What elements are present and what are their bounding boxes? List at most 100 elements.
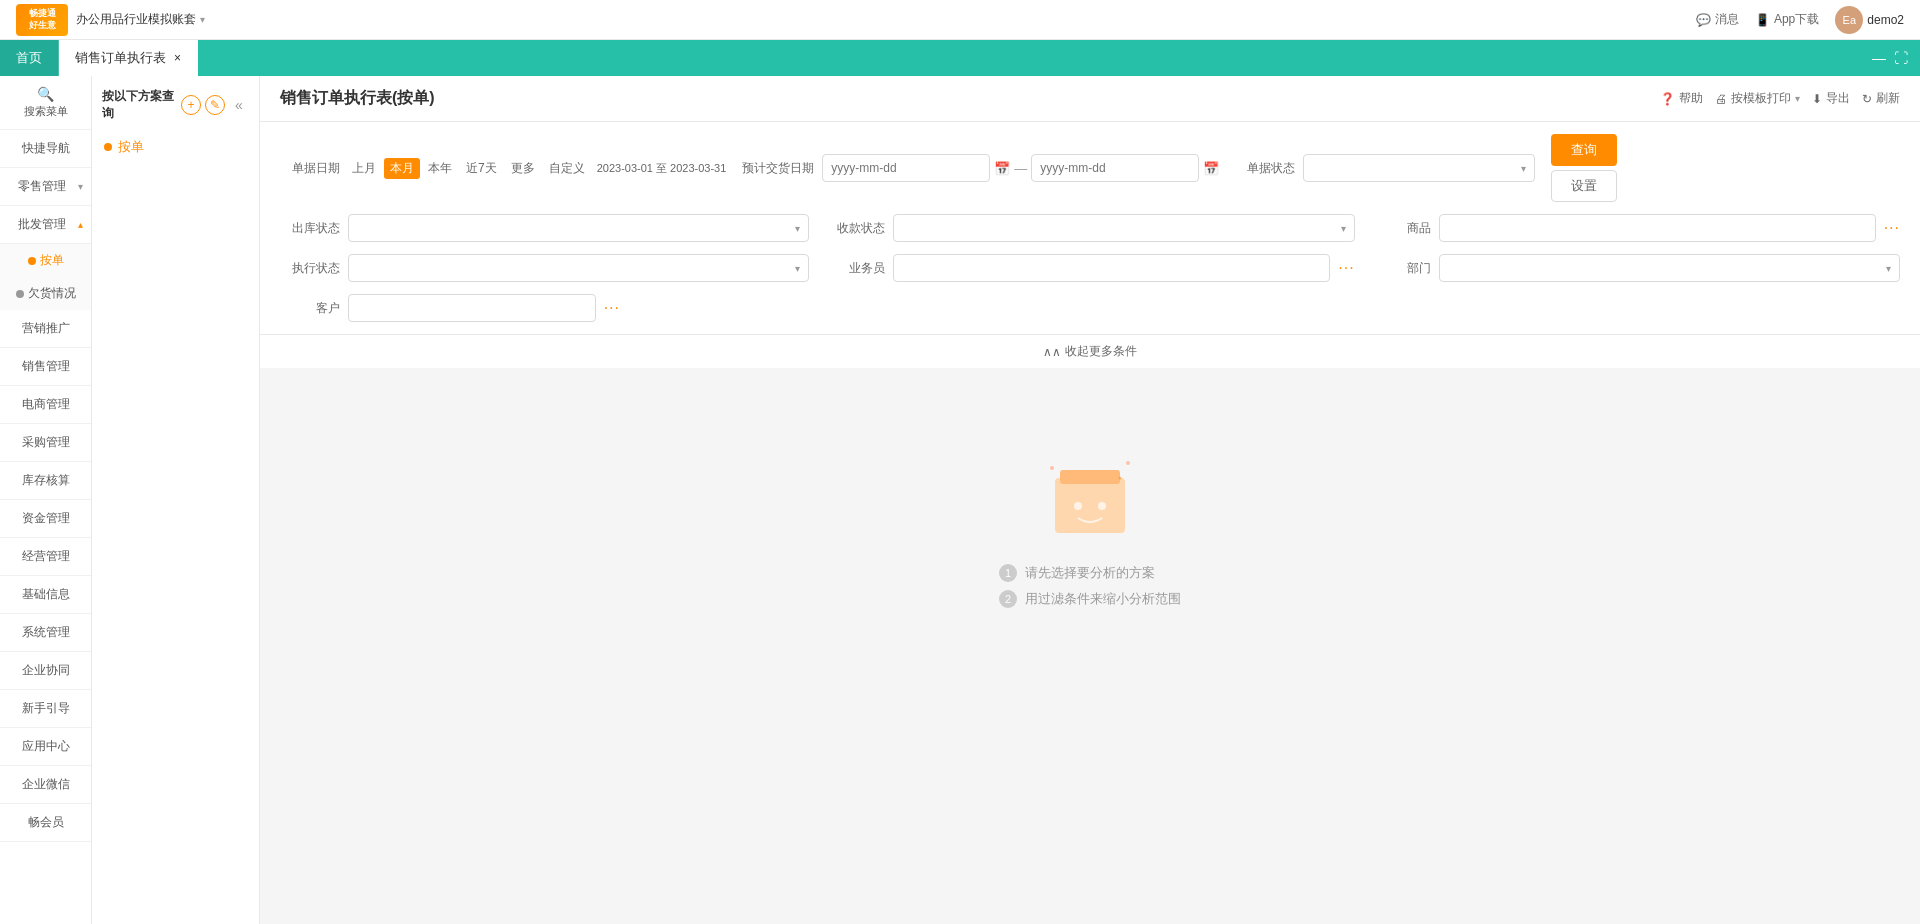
page-title: 销售订单执行表(按单)	[280, 88, 435, 109]
help-icon: ❓	[1660, 92, 1675, 106]
scheme-edit-button[interactable]: ✎	[205, 95, 225, 115]
settings-button[interactable]: 设置	[1551, 170, 1617, 202]
filter-payment-status: 收款状态 ▾	[825, 214, 1354, 242]
filter-row-3: 执行状态 ▾ 业务员 ··· 部门	[280, 254, 1900, 282]
help-button[interactable]: ❓ 帮助	[1660, 90, 1703, 107]
sidebar-sub-item-debt[interactable]: 欠货情况	[0, 277, 91, 310]
report-area: 销售订单执行表(按单) ❓ 帮助 🖨 按模板打印 ▾ ⬇	[260, 76, 1920, 924]
app-selector[interactable]: 办公用品行业模拟账套 ▾	[76, 11, 205, 28]
filter-estimated-date-item: 预计交货日期 📅 — 📅	[742, 154, 1219, 182]
close-tab-icon[interactable]: ×	[174, 51, 181, 65]
tip-num-1: 1	[999, 564, 1017, 582]
user-menu[interactable]: Ea demo2	[1835, 6, 1904, 34]
scheme-active-dot	[104, 143, 112, 151]
date-tabs: 上月 本月 本年 近7天 更多 自定义	[346, 158, 591, 179]
app-download-button[interactable]: 📱 App下载	[1755, 11, 1819, 28]
salesperson-input[interactable]	[893, 254, 1330, 282]
sidebar-item-inventory[interactable]: 库存核算	[0, 462, 91, 500]
chevron-down-icon[interactable]: ▾	[200, 14, 205, 25]
tab-home[interactable]: 首页	[0, 40, 59, 76]
sidebar-item-apps[interactable]: 应用中心	[0, 728, 91, 766]
chevron-up-icon: ▴	[78, 219, 83, 230]
status-label: 单据状态	[1235, 160, 1295, 177]
sidebar-item-enterprise[interactable]: 企业协同	[0, 652, 91, 690]
exec-status-select[interactable]: ▾	[348, 254, 809, 282]
scheme-item-order[interactable]: 按单	[92, 130, 259, 164]
empty-tips: 1 请先选择要分析的方案 2 用过滤条件来缩小分析范围	[999, 564, 1181, 608]
empty-state: 1 请先选择要分析的方案 2 用过滤条件来缩小分析范围	[260, 368, 1920, 688]
sidebar-item-operations[interactable]: 经营管理	[0, 538, 91, 576]
scheme-collapse-button[interactable]: «	[229, 95, 249, 115]
filter-row-4: 客户 ···	[280, 294, 1900, 322]
print-icon: 🖨	[1715, 92, 1727, 106]
customer-input[interactable]	[348, 294, 596, 322]
svg-point-2	[1074, 502, 1082, 510]
salesperson-more-icon[interactable]: ···	[1338, 259, 1354, 277]
print-chevron-icon: ▾	[1795, 93, 1800, 104]
status-select[interactable]: ▾	[1303, 154, 1535, 182]
chevron-right-icon: ▾	[78, 181, 83, 192]
query-button[interactable]: 查询	[1551, 134, 1617, 166]
filter-status-item: 单据状态 ▾	[1235, 154, 1535, 182]
sidebar-item-sales[interactable]: 销售管理	[0, 348, 91, 386]
collapse-filter-button[interactable]: ∧∧ 收起更多条件	[260, 335, 1920, 368]
sidebar-item-newbie[interactable]: 新手引导	[0, 690, 91, 728]
estimated-date-start[interactable]	[822, 154, 990, 182]
export-button[interactable]: ⬇ 导出	[1812, 90, 1850, 107]
scheme-add-button[interactable]: +	[181, 95, 201, 115]
filter-customer: 客户 ···	[280, 294, 620, 322]
sidebar-item-retail[interactable]: 零售管理 ▾	[0, 168, 91, 206]
filter-row-1: 单据日期 上月 本月 本年 近7天 更多 自定义 2023-03-01 至 20…	[280, 134, 1900, 202]
empty-tip-2: 2 用过滤条件来缩小分析范围	[999, 590, 1181, 608]
tab-window-actions: — ⛶	[1872, 50, 1920, 66]
date-tab-more[interactable]: 更多	[505, 158, 541, 179]
calendar-end-icon[interactable]: 📅	[1203, 161, 1219, 176]
delivery-status-select[interactable]: ▾	[348, 214, 809, 242]
customer-label: 客户	[280, 300, 340, 317]
search-icon: 🔍	[37, 86, 54, 102]
scheme-panel-title: 按以下方案查询	[102, 88, 181, 122]
dept-select[interactable]: ▾	[1439, 254, 1900, 282]
sidebar-item-search[interactable]: 🔍 搜索菜单	[0, 76, 91, 130]
filter-goods: 商品 ···	[1371, 214, 1900, 242]
estimated-date-end[interactable]	[1031, 154, 1199, 182]
refresh-icon: ↻	[1862, 92, 1872, 106]
sidebar-item-basic[interactable]: 基础信息	[0, 576, 91, 614]
filter-date-item: 单据日期 上月 本月 本年 近7天 更多 自定义 2023-03-01 至 20…	[280, 158, 726, 179]
payment-status-select[interactable]: ▾	[893, 214, 1354, 242]
sidebar-item-system[interactable]: 系统管理	[0, 614, 91, 652]
refresh-button[interactable]: ↻ 刷新	[1862, 90, 1900, 107]
sidebar-item-quick-nav[interactable]: 快捷导航	[0, 130, 91, 168]
goods-input[interactable]	[1439, 214, 1876, 242]
tab-sales-order[interactable]: 销售订单执行表 ×	[59, 40, 198, 76]
empty-illustration	[1040, 448, 1140, 548]
maximize-window-icon[interactable]: ⛶	[1894, 50, 1908, 66]
sidebar-item-finance[interactable]: 资金管理	[0, 500, 91, 538]
sidebar-item-purchase[interactable]: 采购管理	[0, 424, 91, 462]
content-area: 按以下方案查询 + ✎ « 按单 销售订单执行表(按单)	[92, 76, 1920, 924]
print-button[interactable]: 🖨 按模板打印 ▾	[1715, 90, 1800, 107]
date-tab-this-year[interactable]: 本年	[422, 158, 458, 179]
filter-dept: 部门 ▾	[1371, 254, 1900, 282]
sidebar-sub-item-order[interactable]: 按单	[0, 244, 91, 277]
content-inner: 按以下方案查询 + ✎ « 按单 销售订单执行表(按单)	[92, 76, 1920, 924]
sidebar-item-member[interactable]: 畅会员	[0, 804, 91, 842]
sidebar-item-marketing[interactable]: 营销推广	[0, 310, 91, 348]
logo: 畅捷通 好生意	[16, 4, 68, 36]
date-tab-7days[interactable]: 近7天	[460, 158, 503, 179]
sidebar-item-ecommerce[interactable]: 电商管理	[0, 386, 91, 424]
goods-more-icon[interactable]: ···	[1884, 219, 1900, 237]
filter-row-2: 出库状态 ▾ 收款状态 ▾	[280, 214, 1900, 242]
date-tab-last-month[interactable]: 上月	[346, 158, 382, 179]
message-button[interactable]: 💬 消息	[1696, 11, 1739, 28]
date-tab-this-month[interactable]: 本月	[384, 158, 420, 179]
date-tab-custom[interactable]: 自定义	[543, 158, 591, 179]
collapse-up-icon: ∧∧	[1043, 345, 1061, 359]
filter-area: 单据日期 上月 本月 本年 近7天 更多 自定义 2023-03-01 至 20…	[260, 122, 1920, 335]
calendar-start-icon[interactable]: 📅	[994, 161, 1010, 176]
sidebar-item-wholesale[interactable]: 批发管理 ▴	[0, 206, 91, 244]
minimize-window-icon[interactable]: —	[1872, 50, 1886, 66]
sidebar: 🔍 搜索菜单 快捷导航 零售管理 ▾ 批发管理 ▴ 按单 欠货情况	[0, 76, 92, 924]
customer-more-icon[interactable]: ···	[604, 299, 620, 317]
sidebar-item-wechat[interactable]: 企业微信	[0, 766, 91, 804]
